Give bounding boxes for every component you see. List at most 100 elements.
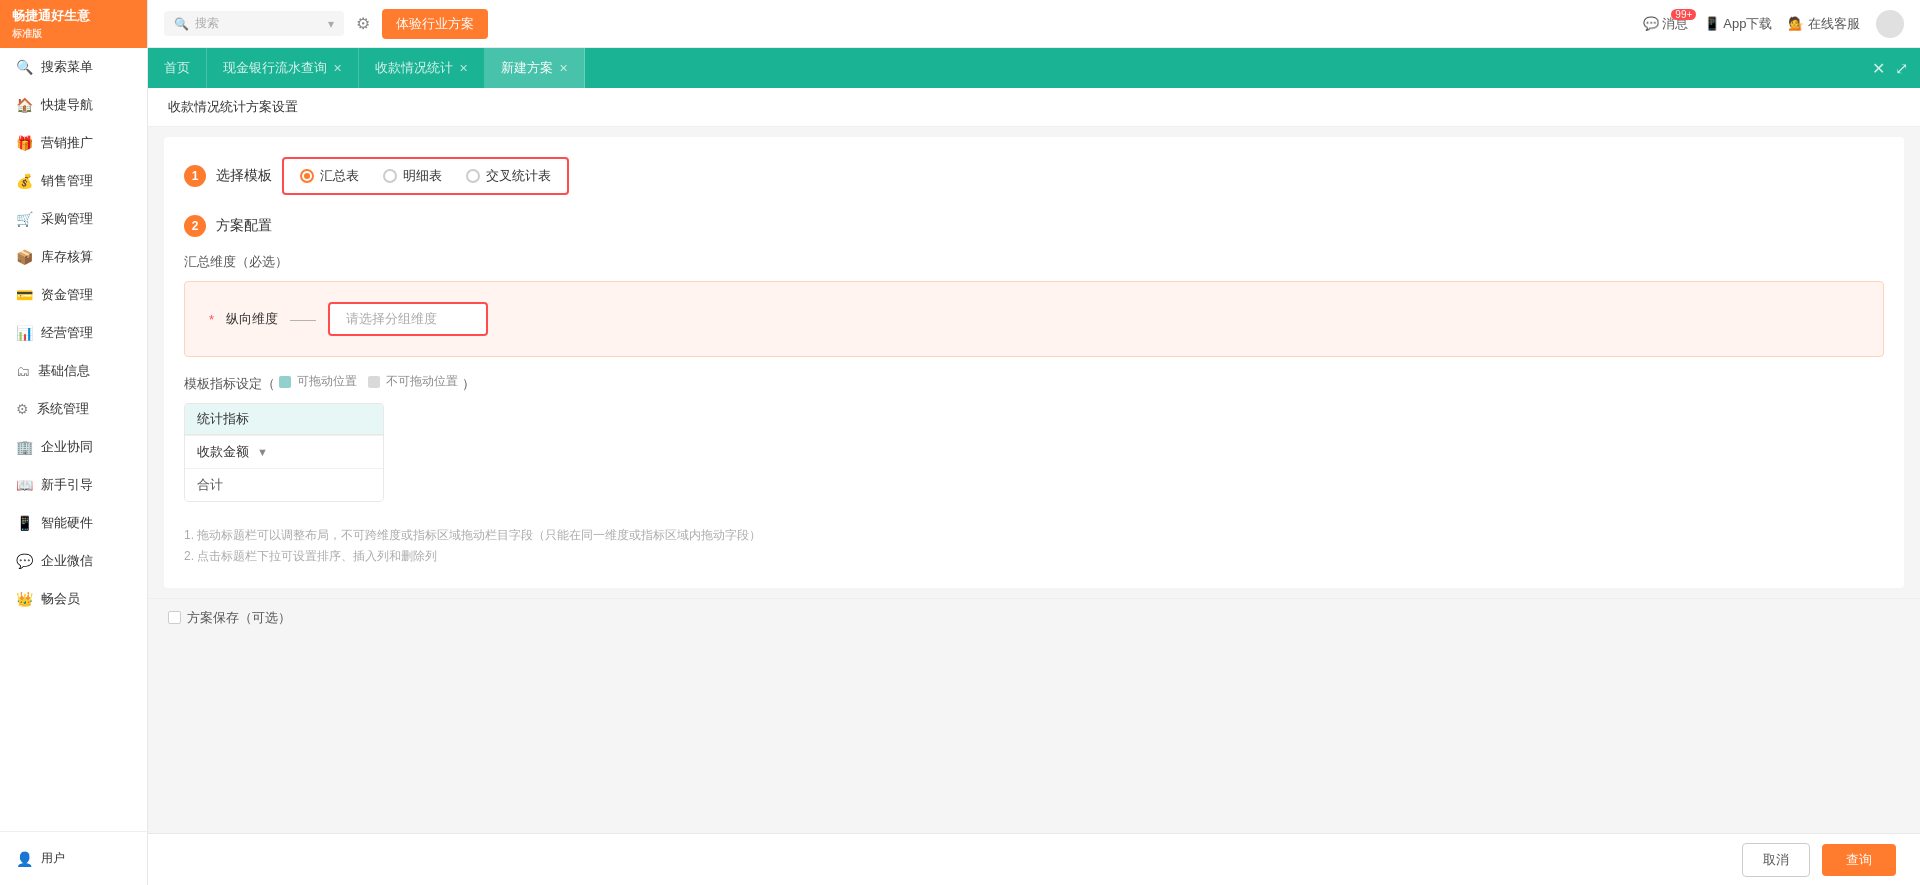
draggable-indicator: 可拖动位置 — [279, 373, 357, 390]
required-mark: * — [209, 312, 214, 327]
tab-close-bank[interactable]: ✕ — [333, 62, 342, 75]
sidebar-item-wechat[interactable]: 💬 企业微信 — [0, 542, 147, 580]
sidebar-label-system: 系统管理 — [37, 400, 89, 418]
radio-option-summary[interactable]: 汇总表 — [300, 167, 359, 185]
dim-select[interactable]: 请选择分组维度 — [328, 302, 488, 336]
finance-icon: 💳 — [16, 287, 33, 303]
download-wrap[interactable]: 📱 App下载 — [1704, 15, 1772, 33]
metrics-header: 模板指标设定（ 可拖动位置 不可拖动位置 ） — [184, 373, 1884, 393]
sidebar-item-finance[interactable]: 💳资金管理 — [0, 276, 147, 314]
sidebar-label-operations: 经营管理 — [41, 324, 93, 342]
draggable-dot — [279, 376, 291, 388]
settings-card: 1 选择模板 汇总表明细表交叉统计表 2 方案配置 汇总维度（必选） * 纵向维… — [164, 137, 1904, 588]
query-button[interactable]: 查询 — [1822, 844, 1896, 876]
col-dropdown-icon[interactable]: ▼ — [257, 446, 268, 458]
metrics-config-label: 模板指标设定（ 可拖动位置 不可拖动位置 ） — [184, 373, 475, 393]
radio-label-summary: 汇总表 — [320, 167, 359, 185]
avatar — [1876, 10, 1904, 38]
nav-icon: 🏠 — [16, 97, 33, 113]
sidebar-item-nav[interactable]: 🏠 快捷导航 — [0, 86, 147, 124]
sidebar-item-marketing[interactable]: 🎁营销推广 — [0, 124, 147, 162]
sidebar-label-member: 畅会员 — [41, 590, 80, 608]
tip-item-0: 1. 拖动标题栏可以调整布局，不可跨维度或指标区域拖动栏目字段（只能在同一维度或… — [184, 525, 1884, 547]
sidebar-item-operations[interactable]: 📊 经营管理 — [0, 314, 147, 352]
sidebar-label-wechat: 企业微信 — [41, 552, 93, 570]
table-header-label: 统计指标 — [197, 411, 249, 426]
save-label: 方案保存（可选） — [187, 609, 291, 627]
sidebar-label-hardware: 智能硬件 — [41, 514, 93, 532]
tab-home[interactable]: 首页 — [148, 48, 207, 88]
sidebar-item-enterprise[interactable]: 🏢 企业协同 — [0, 428, 147, 466]
system-icon: ⚙ — [16, 401, 29, 417]
radio-dot-summary — [300, 169, 314, 183]
sidebar-label-basics: 基础信息 — [38, 362, 90, 380]
template-radio-group: 汇总表 明细表 交叉统计表 — [282, 157, 569, 195]
tab-label-home: 首页 — [164, 59, 190, 77]
sidebar-item-system[interactable]: ⚙ 系统管理 — [0, 390, 147, 428]
tab-bank[interactable]: 现金银行流水查询 ✕ — [207, 48, 359, 88]
industry-btn[interactable]: 体验行业方案 — [382, 9, 488, 39]
wechat-icon: 💬 — [16, 553, 33, 569]
arrow-icon: —— — [290, 312, 316, 327]
basics-icon: 🗂 — [16, 363, 30, 379]
sidebar-label-nav: 快捷导航 — [41, 96, 93, 114]
step2-header: 2 方案配置 — [184, 215, 1884, 237]
sidebar-item-purchase[interactable]: 🛒采购管理 — [0, 200, 147, 238]
metrics-col-header: 收款金额 ▼ — [185, 435, 383, 468]
sidebar-item-guide[interactable]: 📖新手引导 — [0, 466, 147, 504]
tab-close-stats[interactable]: ✕ — [459, 62, 468, 75]
main-area: 🔍 搜索 ▾ ⚙ 体验行业方案 💬 99+ 消息 📱 App下载 💁 在线客服 … — [148, 0, 1920, 885]
radio-label-cross: 交叉统计表 — [486, 167, 551, 185]
save-checkbox[interactable] — [168, 611, 181, 624]
maximize-icon[interactable]: ⤢ — [1895, 59, 1908, 78]
search-placeholder: 搜索 — [195, 15, 219, 32]
save-option[interactable]: 方案保存（可选） — [168, 609, 291, 627]
enterprise-icon: 🏢 — [16, 439, 33, 455]
close-window-icon[interactable]: ✕ — [1872, 59, 1885, 78]
sidebar-item-inventory[interactable]: 📦库存核算 — [0, 238, 147, 276]
sidebar-item-avatar[interactable]: 👤 用户 — [0, 840, 147, 877]
dim-row: * 纵向维度 —— 请选择分组维度 — [209, 302, 1859, 336]
metrics-table-header: 统计指标 — [185, 404, 383, 435]
step2-section: 2 方案配置 汇总维度（必选） * 纵向维度 —— 请选择分组维度 — [184, 215, 1884, 568]
sidebar-label-guide: 新手引导 — [41, 476, 93, 494]
summary-dim-label: 汇总维度（必选） — [184, 253, 1884, 271]
tab-label-bank: 现金银行流水查询 — [223, 59, 327, 77]
sidebar-item-basics[interactable]: 🗂 基础信息 — [0, 352, 147, 390]
operations-icon: 📊 — [16, 325, 33, 341]
draggable-label: 可拖动位置 — [297, 373, 357, 390]
cancel-button[interactable]: 取消 — [1742, 843, 1810, 877]
settings-icon[interactable]: ⚙ — [356, 14, 370, 33]
member-icon: 👑 — [16, 591, 33, 607]
avatar-icon: 👤 — [16, 851, 33, 867]
app-name: 畅捷通好生意 — [12, 7, 90, 25]
radio-option-detail[interactable]: 明细表 — [383, 167, 442, 185]
non-draggable-dot — [368, 376, 380, 388]
sidebar-item-sales[interactable]: 💰销售管理 — [0, 162, 147, 200]
header-right: 💬 99+ 消息 📱 App下载 💁 在线客服 — [1643, 10, 1904, 38]
step1-header: 1 选择模板 汇总表明细表交叉统计表 — [184, 157, 1884, 195]
service-icon: 💁 — [1788, 16, 1804, 31]
radio-label-detail: 明细表 — [403, 167, 442, 185]
bottom-action-bar: 取消 查询 — [148, 833, 1920, 885]
step1-number: 1 — [184, 165, 206, 187]
metrics-config: 模板指标设定（ 可拖动位置 不可拖动位置 ） — [184, 373, 1884, 505]
tab-label-stats: 收款情况统计 — [375, 59, 453, 77]
non-draggable-label: 不可拖动位置 — [386, 373, 458, 390]
service-wrap[interactable]: 💁 在线客服 — [1788, 15, 1860, 33]
sidebar-item-hardware[interactable]: 📱智能硬件 — [0, 504, 147, 542]
tab-new_plan[interactable]: 新建方案✕ — [485, 48, 585, 88]
radio-option-cross[interactable]: 交叉统计表 — [466, 167, 551, 185]
col-name: 收款金额 — [197, 443, 249, 461]
search-bar[interactable]: 🔍 搜索 ▾ — [164, 11, 344, 36]
sidebar-item-search[interactable]: 🔍搜索菜单 — [0, 48, 147, 86]
radio-dot-cross — [466, 169, 480, 183]
sidebar-item-member[interactable]: 👑 畅会员 — [0, 580, 147, 618]
message-wrap[interactable]: 💬 99+ 消息 — [1643, 15, 1689, 33]
content-area: 收款情况统计方案设置 1 选择模板 汇总表明细表交叉统计表 2 方案配置 汇总维… — [148, 88, 1920, 833]
tab-stats[interactable]: 收款情况统计 ✕ — [359, 48, 485, 88]
tab-close-new_plan[interactable]: ✕ — [559, 62, 568, 75]
sidebar-label-enterprise: 企业协同 — [41, 438, 93, 456]
non-draggable-indicator: 不可拖动位置 — [368, 373, 458, 390]
vertical-dim-label: 纵向维度 — [226, 310, 278, 328]
